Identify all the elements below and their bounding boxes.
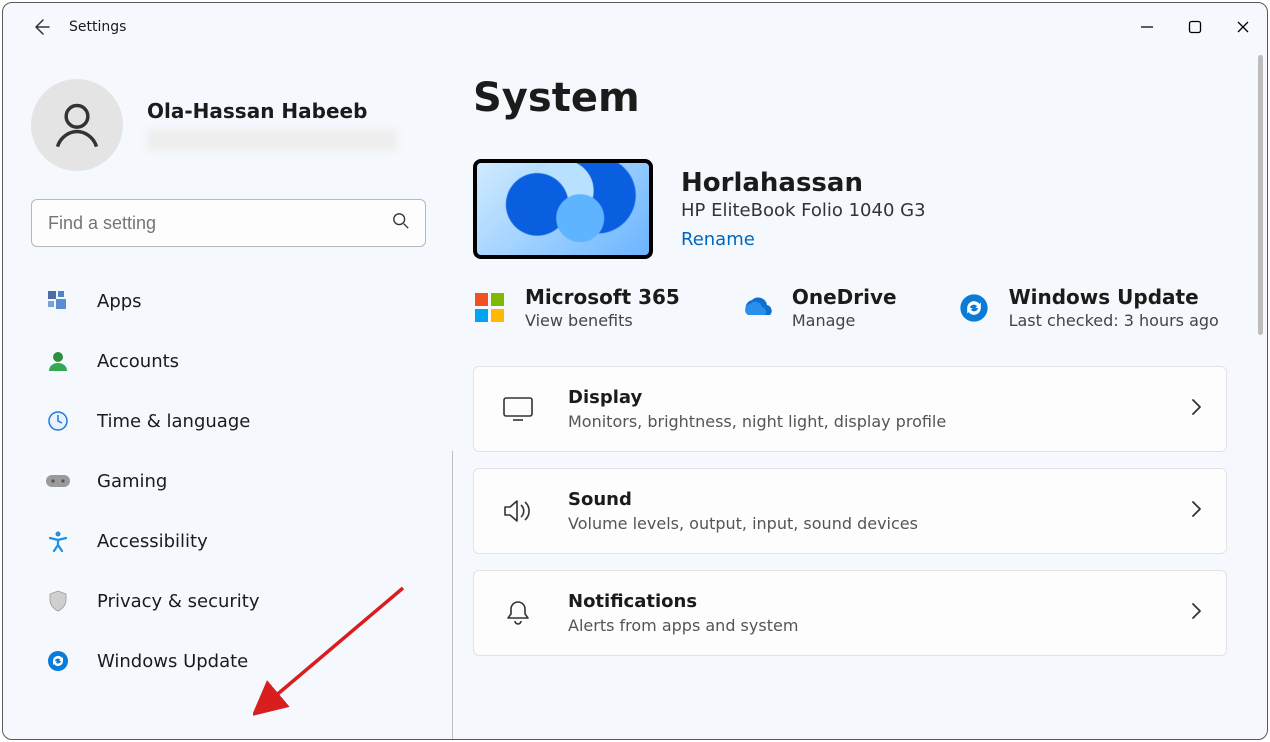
user-email-redacted [147,129,397,151]
avatar [31,79,123,171]
device-thumbnail [473,159,653,259]
sidebar-item-label: Windows Update [97,651,248,672]
sidebar-item-label: Privacy & security [97,591,260,612]
sidebar-item-privacy-security[interactable]: Privacy & security [31,577,429,625]
device-name: Horlahassan [681,168,926,198]
quick-sub: Last checked: 3 hours ago [1009,311,1219,330]
card-sub: Volume levels, output, input, sound devi… [568,514,918,533]
user-name: Ola-Hassan Habeeb [147,99,397,123]
title-bar: Settings [3,3,1267,51]
sidebar-item-label: Accessibility [97,531,208,552]
quick-windows-update[interactable]: Windows Update Last checked: 3 hours ago [957,285,1219,330]
card-sound[interactable]: Sound Volume levels, output, input, soun… [473,468,1227,554]
card-title: Display [568,387,946,408]
card-title: Notifications [568,591,798,612]
gamepad-icon [45,468,71,494]
window-controls [1123,3,1267,51]
shield-icon [45,588,71,614]
onedrive-icon [740,291,774,325]
maximize-icon [1188,20,1202,34]
display-icon [498,397,538,421]
sidebar-item-label: Gaming [97,471,167,492]
scrollbar[interactable] [1258,55,1263,335]
quick-title: Windows Update [1009,285,1219,309]
device-block: Horlahassan HP EliteBook Folio 1040 G3 R… [473,159,1227,259]
main-panel: System Horlahassan HP EliteBook Folio 10… [453,51,1267,739]
search-box [31,199,426,247]
close-icon [1236,20,1250,34]
close-button[interactable] [1219,3,1267,51]
card-sub: Monitors, brightness, night light, displ… [568,412,946,431]
sidebar-item-accessibility[interactable]: Accessibility [31,517,429,565]
sidebar-item-windows-update[interactable]: Windows Update [31,637,429,685]
chevron-right-icon [1190,398,1202,420]
quick-title: Microsoft 365 [525,285,680,309]
accessibility-icon [45,528,71,554]
chevron-right-icon [1190,500,1202,522]
quick-links-row: Microsoft 365 View benefits OneDrive Man… [473,285,1227,330]
apps-icon [45,288,71,314]
back-button[interactable] [21,17,61,37]
minimize-button[interactable] [1123,3,1171,51]
quick-title: OneDrive [792,285,897,309]
sidebar-item-gaming[interactable]: Gaming [31,457,429,505]
sidebar-item-label: Accounts [97,351,179,372]
search-input[interactable] [31,199,426,247]
minimize-icon [1140,20,1154,34]
sidebar: Ola-Hassan Habeeb Apps [3,51,453,739]
card-notifications[interactable]: Notifications Alerts from apps and syste… [473,570,1227,656]
sidebar-item-apps[interactable]: Apps [31,277,429,325]
search-icon [392,212,410,234]
page-title: System [473,75,1227,121]
device-model: HP EliteBook Folio 1040 G3 [681,200,926,221]
chevron-right-icon [1190,602,1202,624]
card-display[interactable]: Display Monitors, brightness, night ligh… [473,366,1227,452]
quick-microsoft-365[interactable]: Microsoft 365 View benefits [473,285,680,330]
back-arrow-icon [31,17,51,37]
quick-onedrive[interactable]: OneDrive Manage [740,285,897,330]
update-sync-icon [957,291,991,325]
sound-icon [498,498,538,524]
quick-sub: View benefits [525,311,680,330]
window-title: Settings [69,19,126,35]
bell-icon [498,599,538,627]
person-icon [51,99,103,151]
maximize-button[interactable] [1171,3,1219,51]
quick-sub: Manage [792,311,897,330]
rename-link[interactable]: Rename [681,229,926,250]
microsoft-logo-icon [473,291,507,325]
sidebar-item-label: Apps [97,291,142,312]
sidebar-item-accounts[interactable]: Accounts [31,337,429,385]
accounts-icon [45,348,71,374]
card-title: Sound [568,489,918,510]
card-sub: Alerts from apps and system [568,616,798,635]
sidebar-item-label: Time & language [97,411,250,432]
clock-globe-icon [45,408,71,434]
windows-update-icon [45,648,71,674]
sidebar-nav: Apps Accounts Time & language [31,277,429,697]
profile-block[interactable]: Ola-Hassan Habeeb [31,79,429,171]
sidebar-item-time-language[interactable]: Time & language [31,397,429,445]
